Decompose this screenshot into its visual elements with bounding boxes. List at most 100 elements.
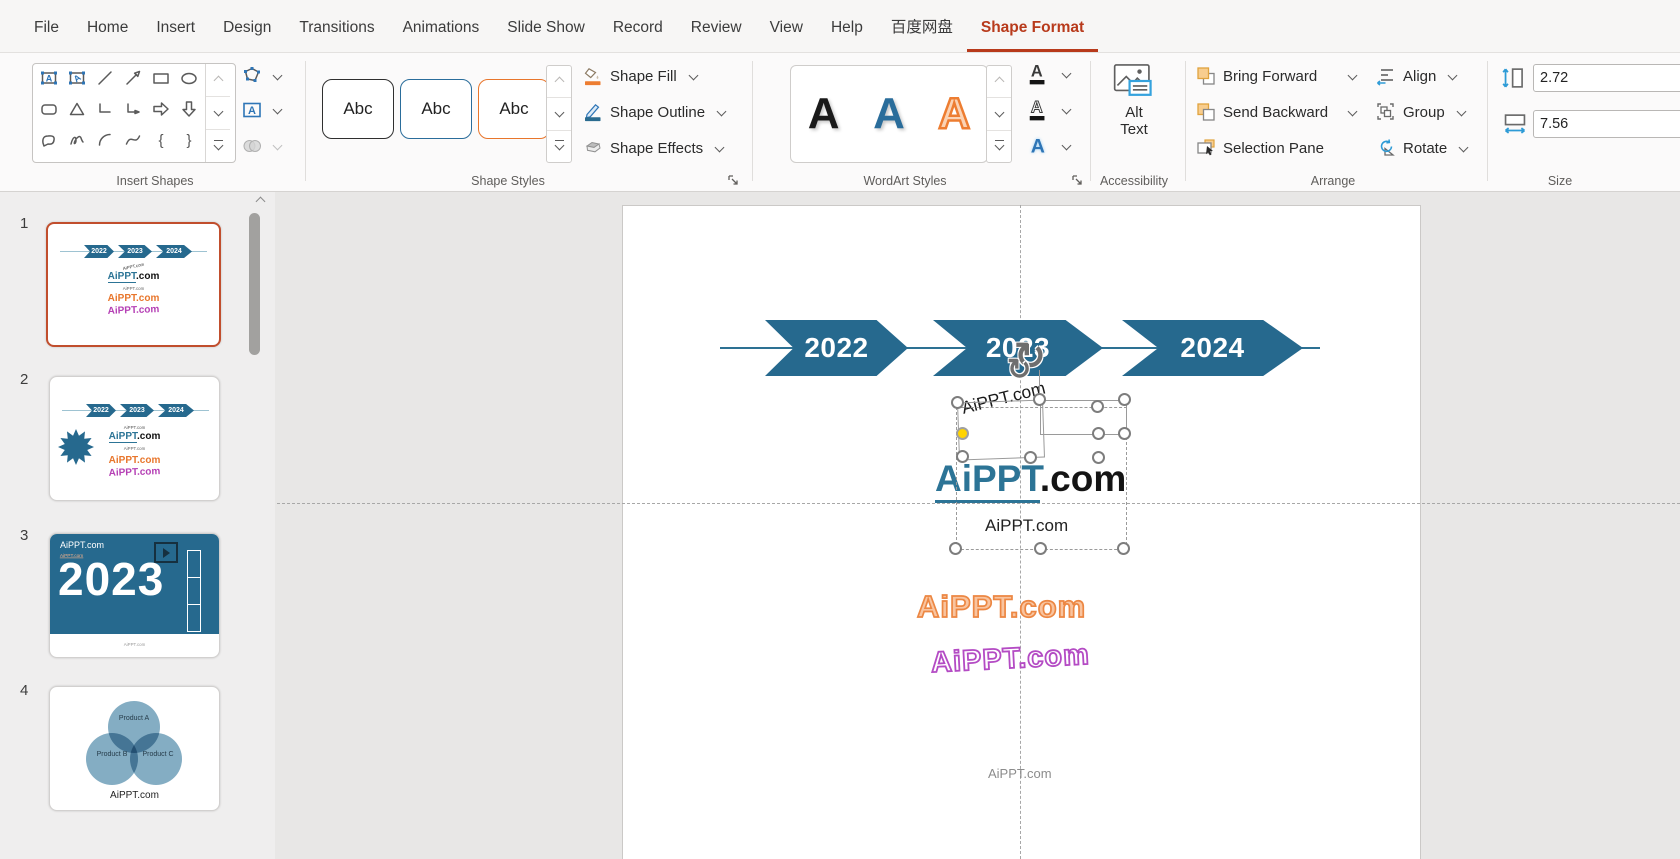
text-effects-button[interactable]: A xyxy=(1028,133,1072,159)
shape-fill-icon xyxy=(584,68,601,86)
edit-shape-icon xyxy=(244,67,260,82)
shape-gallery-up-button[interactable] xyxy=(206,64,230,97)
text-outline-button[interactable]: A xyxy=(1028,97,1072,123)
slide-thumbnail-4[interactable]: Product A Product B Product C AiPPT.com xyxy=(49,686,220,811)
rotate-button[interactable]: Rotate xyxy=(1376,135,1469,161)
thumb1-small-text: AiPPT.com xyxy=(122,286,145,291)
adjust-handle-yellow[interactable] xyxy=(956,427,969,440)
selection-handle[interactable] xyxy=(956,450,969,463)
wordart-down-button[interactable] xyxy=(987,98,1011,131)
shape-vertical-textbox-icon[interactable]: A xyxy=(67,69,87,92)
canvas-orange-text[interactable]: AiPPT.com xyxy=(916,588,1086,625)
shape-effects-button[interactable]: Shape Effects xyxy=(583,135,725,161)
selection-handle[interactable] xyxy=(1033,393,1046,406)
shape-height-input[interactable] xyxy=(1533,64,1680,92)
shape-rounded-rectangle-icon[interactable] xyxy=(40,100,58,123)
slide-3-number: 3 xyxy=(20,527,29,544)
shape-style-preview-3[interactable]: Abc xyxy=(478,79,550,139)
tab-file[interactable]: File xyxy=(20,19,73,52)
shape-elbow-connector-icon[interactable] xyxy=(96,100,114,123)
tab-help[interactable]: Help xyxy=(817,19,877,52)
text-outline-icon: A xyxy=(1029,98,1045,121)
slide-thumbnail-3[interactable]: AiPPT.com AiPPT.com 2023 AiPPT.com xyxy=(49,533,220,658)
panel-scroll-up-icon[interactable] xyxy=(255,196,266,207)
panel-scrollbar-thumb[interactable] xyxy=(249,213,260,355)
shape-outline-button[interactable]: Shape Outline xyxy=(583,99,727,125)
shape-line-icon[interactable] xyxy=(96,69,114,92)
selection-handle[interactable] xyxy=(1034,542,1047,555)
tab-baidu-netdisk[interactable]: 百度网盘 xyxy=(877,15,967,52)
shape-right-brace-icon[interactable]: } xyxy=(180,131,198,154)
rotate-cursor-icon-2: ↻ xyxy=(1007,354,1032,386)
shape-freeform-icon[interactable] xyxy=(40,131,58,154)
wordart-preview-blue[interactable]: A xyxy=(873,92,905,136)
selection-pane-button[interactable]: Selection Pane xyxy=(1196,135,1356,161)
shape-styles-dialog-launcher[interactable] xyxy=(726,173,740,187)
selection-handle[interactable] xyxy=(1091,400,1104,413)
tab-insert[interactable]: Insert xyxy=(142,19,209,52)
shape-elbow-arrow-connector-icon[interactable] xyxy=(124,100,142,123)
wordart-up-button[interactable] xyxy=(987,66,1011,99)
shape-arrow-icon[interactable] xyxy=(124,69,142,92)
selection-handle[interactable] xyxy=(949,542,962,555)
wordart-preview-black[interactable]: A xyxy=(808,92,840,136)
alt-text-button[interactable]: Alt Text xyxy=(1103,63,1165,138)
shape-right-arrow-icon[interactable] xyxy=(152,100,170,123)
tab-slide-show[interactable]: Slide Show xyxy=(493,19,599,52)
shape-rectangle-icon[interactable] xyxy=(152,69,170,92)
shape-left-brace-icon[interactable]: { xyxy=(152,131,170,154)
shape-textbox-icon[interactable]: A xyxy=(39,69,59,92)
text-fill-button[interactable]: A xyxy=(1028,61,1072,87)
shape-gallery-more-button[interactable] xyxy=(206,130,230,162)
tab-transitions[interactable]: Transitions xyxy=(285,19,388,52)
selection-handle[interactable] xyxy=(951,396,964,409)
shape-styles-down-button[interactable] xyxy=(547,98,571,131)
tab-view[interactable]: View xyxy=(756,19,817,52)
alt-text-label-line1: Alt xyxy=(1125,104,1143,121)
canvas-footer-text[interactable]: AiPPT.com xyxy=(988,766,1052,781)
selection-handle[interactable] xyxy=(1117,542,1130,555)
shape-scribble-icon[interactable] xyxy=(68,131,86,154)
merge-shapes-button[interactable] xyxy=(240,135,283,157)
svg-text:A: A xyxy=(46,73,53,83)
selection-handle[interactable] xyxy=(1092,451,1105,464)
draw-text-box-button[interactable]: A xyxy=(240,99,283,121)
shape-width-input[interactable] xyxy=(1533,110,1680,138)
shape-styles-more-button[interactable] xyxy=(547,131,571,162)
shape-down-arrow-icon[interactable] xyxy=(180,100,198,123)
shape-oval-icon[interactable] xyxy=(180,69,198,92)
tab-shape-format[interactable]: Shape Format xyxy=(966,19,1099,52)
shape-triangle-icon[interactable] xyxy=(68,100,86,123)
shape-fill-button[interactable]: Shape Fill xyxy=(583,63,699,89)
tab-review[interactable]: Review xyxy=(677,19,756,52)
wordart-dialog-launcher[interactable] xyxy=(1070,173,1084,187)
send-backward-icon xyxy=(1197,103,1215,121)
shape-styles-up-button[interactable] xyxy=(547,66,571,99)
tab-animations[interactable]: Animations xyxy=(389,19,494,52)
thumb3-footer: AiPPT.com xyxy=(123,642,146,647)
wordart-preview-orange[interactable]: A xyxy=(937,90,971,137)
edit-shape-button[interactable] xyxy=(240,65,283,87)
selection-handle[interactable] xyxy=(1118,427,1131,440)
selection-handle[interactable] xyxy=(1092,427,1105,440)
align-button[interactable]: Align xyxy=(1376,63,1458,89)
shape-curve-icon[interactable] xyxy=(124,131,142,154)
slide-thumbnail-2[interactable]: 2022 2023 2024 AiPPT.com AiPPT.com AiPPT… xyxy=(49,376,220,501)
bring-forward-button[interactable]: Bring Forward xyxy=(1196,63,1358,89)
group-button[interactable]: Group xyxy=(1376,99,1467,125)
slide-thumbnail-1[interactable]: 2022 2023 2024 AiPPT.com AiPPT.com AiPPT… xyxy=(46,222,221,347)
menu-bar: File Home Insert Design Transitions Anim… xyxy=(0,0,1680,52)
shape-outline-icon xyxy=(585,103,601,122)
shape-style-preview-2[interactable]: Abc xyxy=(400,79,472,139)
send-backward-button[interactable]: Send Backward xyxy=(1196,99,1358,125)
shape-gallery-down-button[interactable] xyxy=(206,97,230,130)
selection-handle[interactable] xyxy=(1118,393,1131,406)
shape-arc-icon[interactable] xyxy=(96,131,114,154)
tab-record[interactable]: Record xyxy=(599,19,677,52)
tab-home[interactable]: Home xyxy=(73,19,142,52)
thumb4-venn-circle-c xyxy=(130,733,182,785)
selection-handle[interactable] xyxy=(1024,451,1037,464)
shape-style-preview-1[interactable]: Abc xyxy=(322,79,394,139)
tab-design[interactable]: Design xyxy=(209,19,285,52)
wordart-more-button[interactable] xyxy=(987,131,1011,162)
